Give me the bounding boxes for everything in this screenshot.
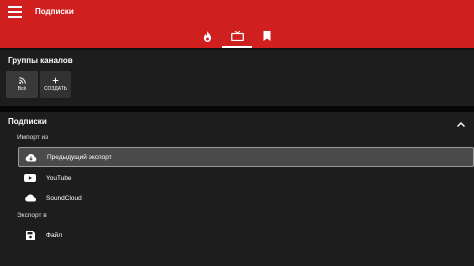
import-youtube-option[interactable]: YouTube (18, 168, 474, 188)
chevron-up-icon (457, 122, 465, 127)
channel-groups-panel: Группы каналов Всё СОЗДАТЬ (0, 50, 474, 106)
create-group-label: СОЗДАТЬ (43, 86, 68, 92)
channel-groups-title: Группы каналов (8, 56, 73, 65)
hamburger-menu-icon[interactable] (8, 6, 22, 18)
import-soundcloud-option[interactable]: SoundCloud (18, 188, 474, 208)
subscriptions-panel: Подписки Импорт из Предыдущий экспорт Yo… (0, 112, 474, 266)
youtube-icon (18, 174, 42, 182)
soundcloud-icon (18, 194, 42, 202)
import-previous-export-option[interactable]: Предыдущий экспорт (18, 147, 474, 167)
export-file-option[interactable]: Файл (18, 225, 474, 245)
page-title: Подписки (35, 7, 74, 16)
tab-trending[interactable] (192, 26, 222, 46)
trending-fire-icon (203, 30, 211, 42)
import-previous-export-label: Предыдущий экспорт (47, 153, 112, 161)
group-all-card[interactable]: Всё (6, 71, 38, 98)
save-file-icon (18, 230, 42, 240)
import-from-label: Импорт из (17, 134, 49, 141)
collapse-button[interactable] (456, 117, 466, 127)
subscriptions-tv-icon (230, 31, 244, 41)
create-group-button[interactable]: СОЗДАТЬ (40, 71, 71, 98)
rss-feed-icon (18, 77, 26, 84)
cloud-download-icon (19, 153, 43, 162)
group-all-label: Всё (17, 86, 27, 92)
app-bar: Подписки (0, 0, 474, 48)
export-to-label: Экспорт в (17, 212, 47, 219)
export-file-label: Файл (46, 231, 62, 239)
plus-icon (52, 77, 59, 84)
subscriptions-title: Подписки (8, 117, 47, 126)
main-tabs (0, 26, 474, 48)
tab-bookmarks[interactable] (252, 26, 282, 46)
tab-subscriptions[interactable] (222, 26, 252, 48)
import-soundcloud-label: SoundCloud (46, 194, 82, 202)
bookmark-icon (263, 31, 271, 41)
import-youtube-label: YouTube (46, 174, 72, 182)
